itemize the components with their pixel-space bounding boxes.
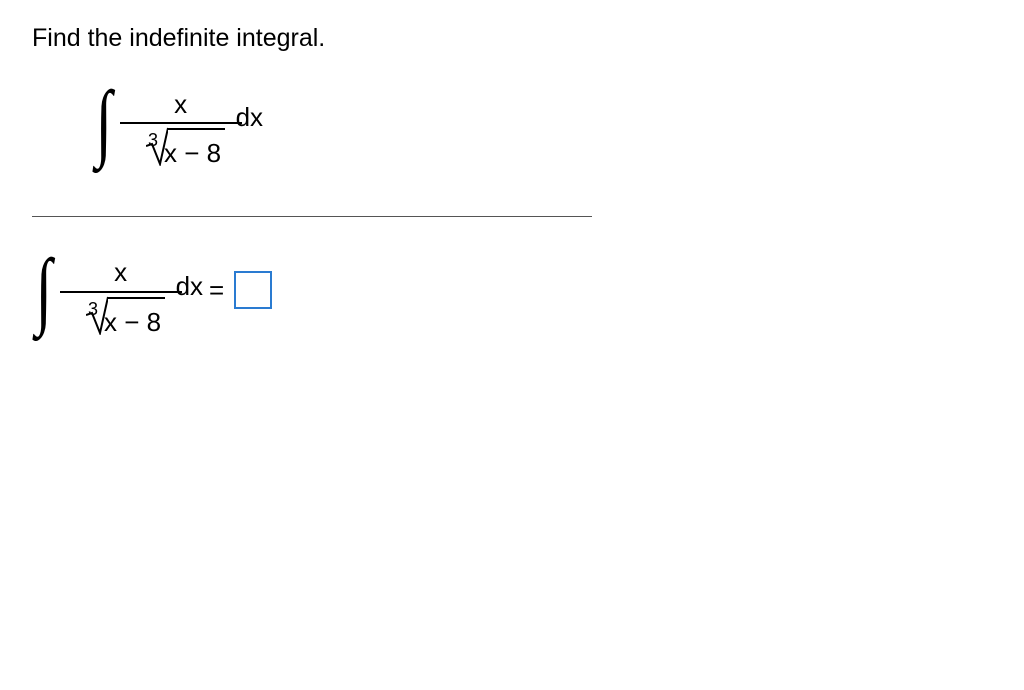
answer-expression: ∫ x 3 x − 8 dx = (32, 257, 992, 334)
problem-prompt: Find the indefinite integral. (32, 24, 992, 53)
fraction: x 3 x − 8 (60, 257, 182, 334)
radicand: x − 8 (164, 138, 221, 168)
fraction: x 3 x − 8 (120, 89, 242, 166)
dx-label: dx (176, 271, 203, 302)
integral-sign-icon: ∫ (36, 251, 52, 328)
numerator: x (60, 257, 182, 292)
dx-label: dx (236, 102, 263, 133)
integral-sign-icon: ∫ (96, 83, 112, 160)
radicand: x − 8 (104, 307, 161, 337)
section-divider (32, 216, 592, 217)
denominator: 3 x − 8 (126, 124, 236, 166)
equals-sign: = (209, 275, 224, 306)
integral-display: ∫ x 3 x − 8 dx (92, 89, 992, 166)
root-index: 3 (88, 299, 98, 320)
answer-input[interactable] (234, 271, 272, 309)
denominator: 3 x − 8 (66, 293, 176, 335)
root-index: 3 (148, 130, 158, 151)
numerator: x (120, 89, 242, 124)
